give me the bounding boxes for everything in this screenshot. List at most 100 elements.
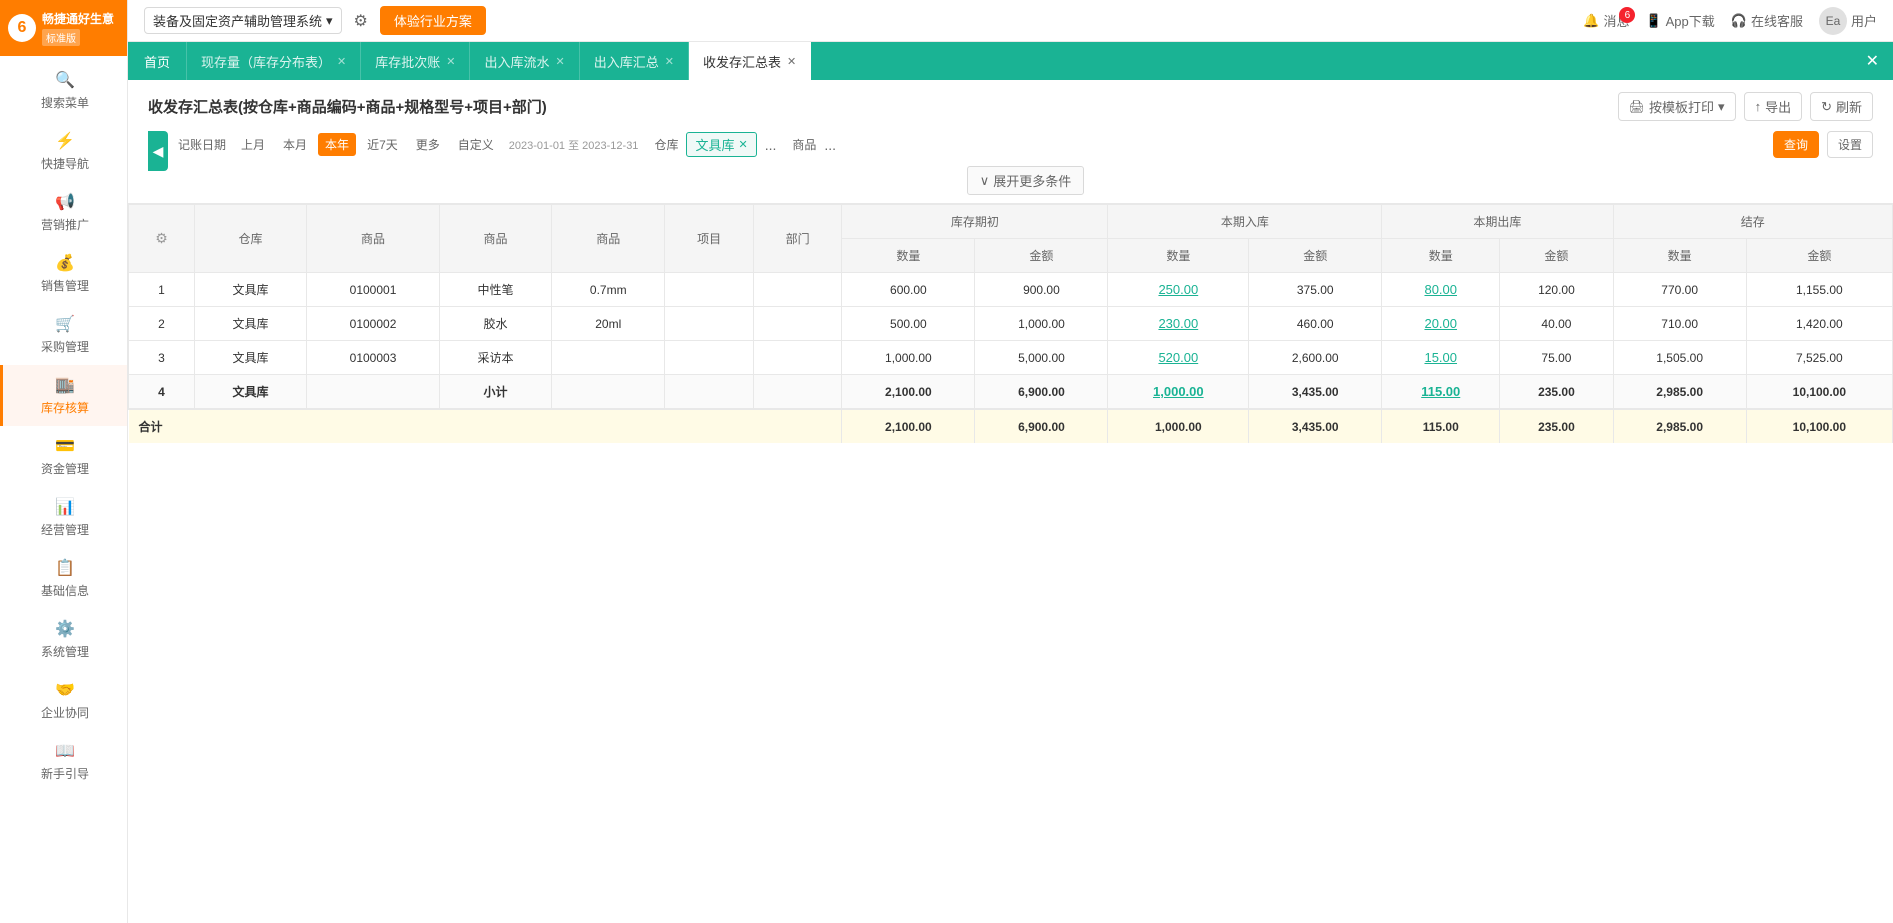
topbar: 装备及固定资产辅助管理系统 ▾ ⚙ 体验行业方案 🔔 6 消息 📱 App下载 … (128, 0, 1893, 42)
row-goods-code (306, 375, 439, 410)
sidebar-item-system[interactable]: ⚙️ 系统管理 (0, 609, 127, 670)
expand-row: ∨ 展开更多条件 (178, 166, 1873, 203)
sidebar-item-basic[interactable]: 📋 基础信息 (0, 548, 127, 609)
online-service-button[interactable]: 🎧 在线客服 (1731, 11, 1803, 30)
system-select[interactable]: 装备及固定资产辅助管理系统 ▾ (144, 7, 342, 34)
sidebar-item-operations[interactable]: 📊 经营管理 (0, 487, 127, 548)
row-in-amount: 375.00 (1249, 273, 1382, 307)
row-in-amount: 460.00 (1249, 307, 1382, 341)
tab-close-icon[interactable]: ✕ (665, 55, 674, 68)
date-btn-this-month[interactable]: 本月 (276, 133, 314, 156)
date-btn-last-month[interactable]: 上月 (234, 133, 272, 156)
tab-home[interactable]: 首页 (128, 42, 187, 80)
goods-input-button[interactable]: ... (824, 137, 836, 153)
experience-button[interactable]: 体验行业方案 (380, 6, 486, 35)
row-goods-name: 胶水 (440, 307, 552, 341)
date-btn-this-year[interactable]: 本年 (318, 133, 356, 156)
table-row: 2文具库0100002胶水20ml500.001,000.00230.00460… (129, 307, 1893, 341)
warehouse-more-button[interactable]: ... (765, 137, 777, 153)
sidebar-item-guide[interactable]: 📖 新手引导 (0, 731, 127, 792)
date-buttons: 上月 本月 本年 近7天 更多 自定义 (234, 133, 501, 156)
sidebar-item-finance[interactable]: 💳 资金管理 (0, 426, 127, 487)
sidebar-item-quicknav[interactable]: ⚡ 快捷导航 (0, 121, 127, 182)
row-warehouse: 文具库 (194, 307, 306, 341)
query-button[interactable]: 查询 (1773, 131, 1819, 158)
tab-inventory-dist[interactable]: 现存量（库存分布表） ✕ (187, 42, 361, 80)
export-button[interactable]: ↑ 导出 (1744, 92, 1803, 121)
sidebar-item-sales[interactable]: 💰 销售管理 (0, 243, 127, 304)
sidebar-item-purchase[interactable]: 🛒 采购管理 (0, 304, 127, 365)
sidebar-item-search[interactable]: 🔍 搜索菜单 (0, 60, 127, 121)
row-in-qty[interactable]: 250.00 (1108, 273, 1249, 307)
row-department (753, 341, 841, 375)
tab-close-icon[interactable]: ✕ (787, 55, 796, 68)
footer-opening-qty: 2,100.00 (842, 409, 975, 443)
sidebar-item-inventory[interactable]: 🏬 库存核算 (0, 365, 127, 426)
sidebar-nav: 🔍 搜索菜单 ⚡ 快捷导航 📢 营销推广 💰 销售管理 🛒 采购管理 🏬 库存核… (0, 56, 127, 923)
tab-close-icon[interactable]: ✕ (446, 55, 455, 68)
print-button[interactable]: 🖨 按模板打印 ▾ (1618, 92, 1736, 121)
goods-label: 商品 (792, 136, 816, 153)
row-goods-code: 0100001 (306, 273, 439, 307)
page-area: 收发存汇总表(按仓库+商品编码+商品+规格型号+项目+部门) 🖨 按模板打印 ▾… (128, 80, 1893, 923)
user-profile-button[interactable]: Ea 用户 (1819, 7, 1877, 35)
row-out-qty[interactable]: 115.00 (1382, 375, 1500, 410)
row-in-qty[interactable]: 230.00 (1108, 307, 1249, 341)
tab-close-icon[interactable]: ✕ (556, 55, 565, 68)
date-btn-7days[interactable]: 近7天 (360, 133, 405, 156)
tab-close-icon[interactable]: ✕ (337, 55, 346, 68)
tab-batch[interactable]: 库存批次账 ✕ (361, 42, 470, 80)
table-settings-icon[interactable]: ⚙ (155, 230, 168, 246)
warehouse-tag[interactable]: 文具库 ✕ (686, 132, 756, 157)
refresh-button[interactable]: ↻ 刷新 (1810, 92, 1873, 121)
table-row: 1文具库0100001中性笔0.7mm600.00900.00250.00375… (129, 273, 1893, 307)
settings-button[interactable]: 设置 (1827, 131, 1873, 158)
row-out-qty[interactable]: 15.00 (1382, 341, 1500, 375)
tab-summary-out[interactable]: 出入库汇总 ✕ (580, 42, 689, 80)
export-icon: ↑ (1755, 99, 1762, 114)
col-goods-spec: 商品 (552, 205, 665, 273)
refresh-icon: ↻ (1821, 99, 1832, 115)
expand-conditions-button[interactable]: ∨ 展开更多条件 (967, 166, 1085, 195)
date-btn-more[interactable]: 更多 (409, 133, 447, 156)
app-download-button[interactable]: 📱 App下载 (1645, 11, 1714, 30)
sidebar-item-enterprise[interactable]: 🤝 企业协同 (0, 670, 127, 731)
handshake-icon: 🤝 (55, 680, 75, 700)
settings-gear-icon[interactable]: ⚙ (354, 11, 368, 31)
warehouse-filter-group: 仓库 文具库 ✕ ... (654, 132, 776, 157)
row-in-amount: 2,600.00 (1249, 341, 1382, 375)
row-in-amount: 3,435.00 (1249, 375, 1382, 410)
row-in-qty[interactable]: 1,000.00 (1108, 375, 1249, 410)
footer-closing-amount: 10,100.00 (1746, 409, 1892, 443)
close-all-tabs-button[interactable]: ✕ (1852, 42, 1893, 80)
tab-collect-summary[interactable]: 收发存汇总表 ✕ (689, 42, 811, 80)
sidebar-item-marketing[interactable]: 📢 营销推广 (0, 182, 127, 243)
page-title: 收发存汇总表(按仓库+商品编码+商品+规格型号+项目+部门) (148, 96, 547, 117)
collapse-button[interactable]: ◀ (148, 131, 168, 171)
row-out-amount: 120.00 (1500, 273, 1613, 307)
table-row: 4文具库小计2,100.006,900.001,000.003,435.0011… (129, 375, 1893, 410)
row-opening-qty: 600.00 (842, 273, 975, 307)
row-department (753, 273, 841, 307)
main-area: 装备及固定资产辅助管理系统 ▾ ⚙ 体验行业方案 🔔 6 消息 📱 App下载 … (128, 0, 1893, 923)
tab-flow[interactable]: 出入库流水 ✕ (470, 42, 579, 80)
row-opening-amount: 1,000.00 (975, 307, 1108, 341)
row-out-qty[interactable]: 80.00 (1382, 273, 1500, 307)
date-btn-custom[interactable]: 自定义 (451, 133, 501, 156)
chevron-down-icon: ▾ (1718, 99, 1725, 115)
col-out-qty: 数量 (1382, 239, 1500, 273)
row-project (665, 273, 753, 307)
topbar-left: 装备及固定资产辅助管理系统 ▾ ⚙ 体验行业方案 (144, 6, 486, 35)
row-in-qty[interactable]: 520.00 (1108, 341, 1249, 375)
row-warehouse: 文具库 (194, 375, 306, 410)
row-closing-amount: 7,525.00 (1746, 341, 1892, 375)
row-closing-qty: 1,505.00 (1613, 341, 1746, 375)
sidebar: 6 畅捷通好生意 标准版 🔍 搜索菜单 ⚡ 快捷导航 📢 营销推广 💰 销售管理… (0, 0, 128, 923)
col-out-period: 本期出库 (1382, 205, 1613, 239)
notification-button[interactable]: 🔔 6 消息 (1583, 11, 1629, 30)
filter-content: 记账日期 上月 本月 本年 近7天 更多 自定义 2023-01-01 至 20… (178, 131, 1873, 203)
row-out-qty[interactable]: 20.00 (1382, 307, 1500, 341)
row-department (753, 307, 841, 341)
col-in-period: 本期入库 (1108, 205, 1382, 239)
tag-close-icon[interactable]: ✕ (738, 138, 747, 151)
